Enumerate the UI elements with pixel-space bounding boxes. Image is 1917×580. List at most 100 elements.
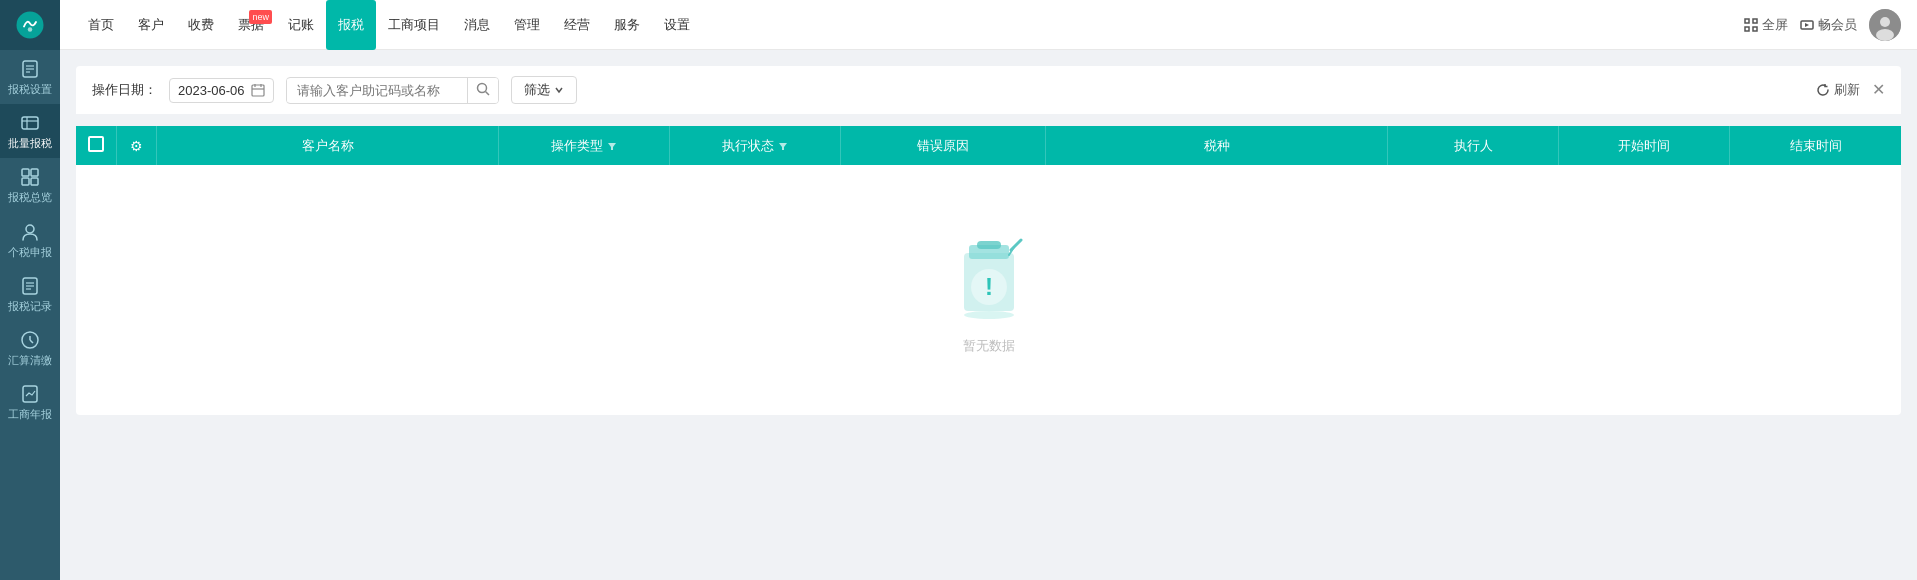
- col-label-error_reason: 错误原因: [917, 138, 969, 153]
- filter-button[interactable]: 筛选: [511, 76, 577, 104]
- column-settings-icon[interactable]: ⚙: [130, 138, 143, 154]
- select-all-checkbox[interactable]: [88, 136, 104, 152]
- svg-point-30: [1876, 29, 1894, 41]
- sidebar: 报税设置批量报税报税总览个税申报报税记录汇算清缴工商年报: [0, 0, 60, 580]
- play-icon: [1800, 18, 1814, 32]
- svg-marker-38: [779, 143, 787, 150]
- nav-label-shoufei: 收费: [188, 16, 214, 34]
- nav-item-guanli[interactable]: 管理: [502, 0, 552, 50]
- col-header-checkbox: [76, 126, 117, 165]
- sidebar-label-baoshui-jilu: 报税记录: [8, 300, 52, 313]
- page-content: 操作日期： 2023-06-06: [60, 50, 1917, 580]
- svg-rect-10: [31, 169, 38, 176]
- search-wrapper: [286, 77, 499, 104]
- data-table: ⚙客户名称操作类型 执行状态 错误原因税种执行人开始时间结束时间: [76, 126, 1901, 165]
- nav-label-jishu: 记账: [288, 16, 314, 34]
- toolbar-right: 刷新 ✕: [1816, 81, 1885, 99]
- col-label-start_time: 开始时间: [1618, 138, 1670, 153]
- sidebar-label-gongshang-nianbao: 工商年报: [8, 408, 52, 421]
- nav-label-fuwu: 服务: [614, 16, 640, 34]
- fullscreen-button[interactable]: 全屏: [1744, 16, 1788, 34]
- svg-rect-31: [252, 85, 264, 96]
- nav-label-jingying: 经营: [564, 16, 590, 34]
- search-input[interactable]: [287, 79, 467, 102]
- sidebar-item-geshui-shenbao[interactable]: 个税申报: [0, 213, 60, 267]
- chevron-down-icon: [554, 85, 564, 95]
- member-button[interactable]: 畅会员: [1800, 16, 1857, 34]
- nav-item-baoshui[interactable]: 报税: [326, 0, 376, 50]
- sidebar-logo[interactable]: [0, 0, 60, 50]
- filter-icon-operation_type: [607, 141, 617, 151]
- nav-item-fuwu[interactable]: 服务: [602, 0, 652, 50]
- nav-item-gongshang-xiangmu[interactable]: 工商项目: [376, 0, 452, 50]
- sidebar-label-geshui-shenbao: 个税申报: [8, 246, 52, 259]
- svg-rect-23: [1753, 19, 1757, 23]
- search-icon: [476, 82, 490, 96]
- col-header-customer_name: 客户名称: [157, 126, 499, 165]
- nav-badge-piao: new: [249, 10, 272, 24]
- calendar-icon: [251, 83, 265, 97]
- nav-label-gongshang-xiangmu: 工商项目: [388, 16, 440, 34]
- svg-point-13: [26, 225, 34, 233]
- sidebar-label-baoshui-shezhi: 报税设置: [8, 83, 52, 96]
- search-button[interactable]: [467, 78, 498, 103]
- svg-rect-11: [22, 178, 29, 185]
- filter-label: 筛选: [524, 81, 550, 99]
- sidebar-item-baoshui-shezhi[interactable]: 报税设置: [0, 50, 60, 104]
- sidebar-item-baoshui-zonglam[interactable]: 报税总览: [0, 158, 60, 212]
- col-header-start_time: 开始时间: [1559, 126, 1730, 165]
- svg-rect-12: [31, 178, 38, 185]
- nav-item-shezhi[interactable]: 设置: [652, 0, 702, 50]
- baoshui-shezhi-icon: [19, 58, 41, 80]
- refresh-button[interactable]: 刷新: [1816, 81, 1860, 99]
- user-avatar[interactable]: [1869, 9, 1901, 41]
- svg-point-35: [477, 83, 486, 92]
- svg-line-36: [485, 91, 489, 95]
- nav-item-jishu[interactable]: 记账: [276, 0, 326, 50]
- col-label-operation_type: 操作类型: [551, 138, 617, 153]
- sidebar-item-gongshang-nianbao[interactable]: 工商年报: [0, 375, 60, 429]
- col-header-execution_status: 执行状态: [670, 126, 841, 165]
- nav-item-customer[interactable]: 客户: [126, 0, 176, 50]
- table-header: ⚙客户名称操作类型 执行状态 错误原因税种执行人开始时间结束时间: [76, 126, 1901, 165]
- main-area: 首页客户收费票据new 记账 报税 工商项目消息管理经营 服务 设置 全屏 畅会员: [60, 0, 1917, 580]
- col-label-customer_name: 客户名称: [302, 138, 354, 153]
- col-header-end_time: 结束时间: [1730, 126, 1901, 165]
- svg-rect-6: [22, 117, 38, 129]
- nav-item-shoufei[interactable]: 收费: [176, 0, 226, 50]
- date-label: 操作日期：: [92, 81, 157, 99]
- empty-state: ! 暂无数据: [76, 165, 1901, 415]
- baoshui-zonglam-icon: [19, 166, 41, 188]
- topnav: 首页客户收费票据new 记账 报税 工商项目消息管理经营 服务 设置 全屏 畅会员: [60, 0, 1917, 50]
- col-header-executor: 执行人: [1388, 126, 1559, 165]
- svg-rect-25: [1753, 27, 1757, 31]
- close-button[interactable]: ✕: [1872, 82, 1885, 98]
- svg-rect-9: [22, 169, 29, 176]
- empty-illustration: !: [939, 225, 1039, 325]
- nav-item-jingying[interactable]: 经营: [552, 0, 602, 50]
- fullscreen-icon: [1744, 18, 1758, 32]
- svg-point-1: [28, 27, 33, 32]
- svg-rect-22: [1745, 19, 1749, 23]
- sidebar-item-piliang-baoshui[interactable]: 批量报税: [0, 104, 60, 158]
- col-header-settings: ⚙: [117, 126, 157, 165]
- nav-item-piao[interactable]: 票据new: [226, 0, 276, 50]
- baoshui-jilu-icon: [19, 275, 41, 297]
- svg-point-46: [964, 311, 1014, 319]
- refresh-label: 刷新: [1834, 81, 1860, 99]
- svg-rect-41: [977, 241, 1001, 249]
- col-label-end_time: 结束时间: [1790, 138, 1842, 153]
- nav-item-homepage[interactable]: 首页: [76, 0, 126, 50]
- nav-label-baoshui: 报税: [338, 16, 364, 34]
- nav-label-homepage: 首页: [88, 16, 114, 34]
- toolbar: 操作日期： 2023-06-06: [76, 66, 1901, 114]
- nav-label-shezhi: 设置: [664, 16, 690, 34]
- sidebar-item-huisuan-jiaona[interactable]: 汇算清缴: [0, 321, 60, 375]
- sidebar-label-huisuan-jiaona: 汇算清缴: [8, 354, 52, 367]
- col-header-operation_type: 操作类型: [499, 126, 670, 165]
- nav-item-xiaoxi[interactable]: 消息: [452, 0, 502, 50]
- sidebar-item-baoshui-jilu[interactable]: 报税记录: [0, 267, 60, 321]
- col-label-executor: 执行人: [1454, 138, 1493, 153]
- geshui-shenbao-icon: [19, 221, 41, 243]
- date-input[interactable]: 2023-06-06: [169, 78, 274, 103]
